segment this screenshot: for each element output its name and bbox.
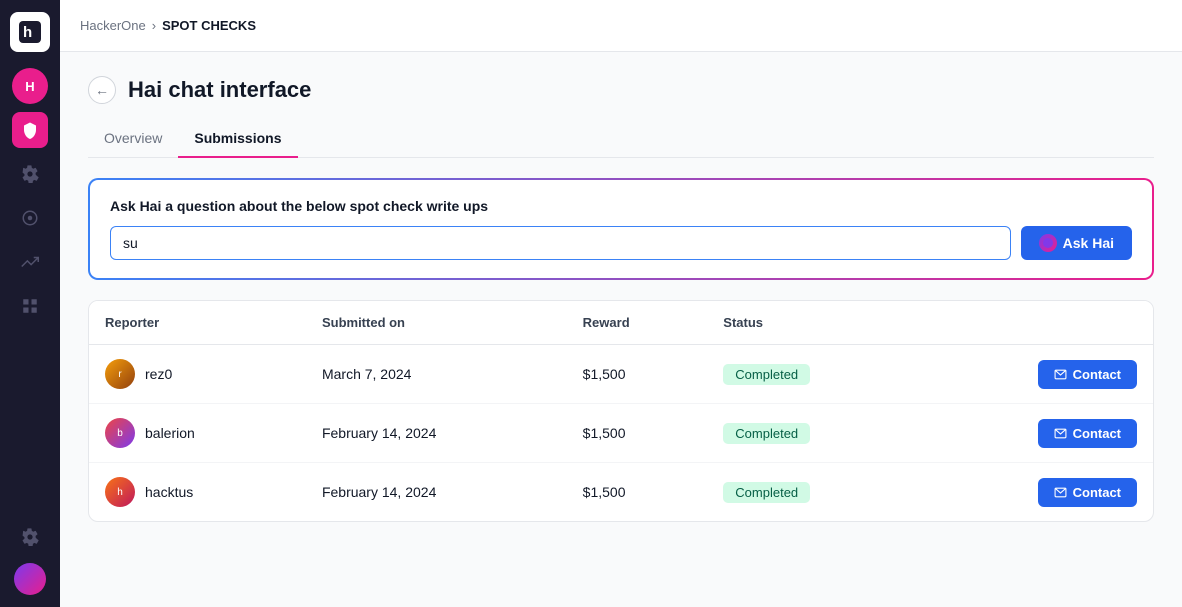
main-content: HackerOne › SPOT CHECKS ← Hai chat inter… (60, 0, 1182, 607)
sidebar-item-chart[interactable] (12, 244, 48, 280)
contact-button-3[interactable]: Contact (1038, 478, 1137, 507)
sidebar-user-initial[interactable]: H (12, 68, 48, 104)
page-header: ← Hai chat interface (88, 76, 1154, 104)
cell-reporter-2: b balerion (89, 404, 306, 463)
col-action (919, 301, 1153, 345)
breadcrumb: HackerOne › SPOT CHECKS (80, 18, 256, 33)
ask-hai-label: Ask Hai (1063, 235, 1114, 251)
cell-reward-2: $1,500 (567, 404, 708, 463)
cell-reward-1: $1,500 (567, 345, 708, 404)
submissions-table: Reporter Submitted on Reward Status r (89, 301, 1153, 521)
contact-button-1[interactable]: Contact (1038, 360, 1137, 389)
breadcrumb-separator: › (152, 18, 156, 33)
hai-input[interactable] (110, 226, 1011, 260)
mail-icon (1054, 368, 1067, 381)
breadcrumb-home[interactable]: HackerOne (80, 18, 146, 33)
avatar-rez0: r (105, 359, 135, 389)
cell-action-2: Contact (919, 404, 1153, 463)
table-row: h hacktus February 14, 2024 $1,500 Compl… (89, 463, 1153, 522)
cell-reporter-1: r rez0 (89, 345, 306, 404)
topbar: HackerOne › SPOT CHECKS (60, 0, 1182, 52)
back-button[interactable]: ← (88, 76, 116, 104)
reporter-name-3: hacktus (145, 484, 193, 500)
col-submitted-on: Submitted on (306, 301, 567, 345)
tab-submissions[interactable]: Submissions (178, 120, 297, 158)
contact-label-1: Contact (1073, 367, 1121, 382)
sidebar-item-analytics[interactable] (12, 200, 48, 236)
reporter-name-1: rez0 (145, 366, 172, 382)
avatar-hacktus: h (105, 477, 135, 507)
col-reward: Reward (567, 301, 708, 345)
hai-btn-icon (1039, 234, 1057, 252)
table-header: Reporter Submitted on Reward Status (89, 301, 1153, 345)
cell-date-1: March 7, 2024 (306, 345, 567, 404)
sidebar-settings[interactable] (12, 519, 48, 555)
cell-status-2: Completed (707, 404, 919, 463)
cell-action-3: Contact (919, 463, 1153, 522)
hai-label: Ask Hai a question about the below spot … (110, 198, 1132, 214)
table-row: r rez0 March 7, 2024 $1,500 Completed (89, 345, 1153, 404)
col-status: Status (707, 301, 919, 345)
contact-label-3: Contact (1073, 485, 1121, 500)
hai-question-box: Ask Hai a question about the below spot … (88, 178, 1154, 280)
sidebar-item-gear[interactable] (12, 156, 48, 192)
mail-icon-3 (1054, 486, 1067, 499)
contact-button-2[interactable]: Contact (1038, 419, 1137, 448)
mail-icon-2 (1054, 427, 1067, 440)
cell-date-2: February 14, 2024 (306, 404, 567, 463)
sidebar: h H (0, 0, 60, 607)
sidebar-bottom (12, 519, 48, 595)
cell-date-3: February 14, 2024 (306, 463, 567, 522)
page-title: Hai chat interface (128, 77, 311, 103)
sidebar-item-grid[interactable] (12, 288, 48, 324)
page-content: ← Hai chat interface Overview Submission… (60, 52, 1182, 607)
status-badge-1: Completed (723, 364, 810, 385)
cell-reporter-3: h hacktus (89, 463, 306, 522)
cell-status-3: Completed (707, 463, 919, 522)
breadcrumb-current: SPOT CHECKS (162, 18, 256, 33)
avatar-balerion: b (105, 418, 135, 448)
status-badge-2: Completed (723, 423, 810, 444)
table-body: r rez0 March 7, 2024 $1,500 Completed (89, 345, 1153, 522)
cell-reward-3: $1,500 (567, 463, 708, 522)
cell-action-1: Contact (919, 345, 1153, 404)
tab-overview[interactable]: Overview (88, 120, 178, 158)
ask-hai-button[interactable]: Ask Hai (1021, 226, 1132, 260)
reporter-name-2: balerion (145, 425, 195, 441)
table-row: b balerion February 14, 2024 $1,500 Comp… (89, 404, 1153, 463)
submissions-table-card: Reporter Submitted on Reward Status r (88, 300, 1154, 522)
status-badge-3: Completed (723, 482, 810, 503)
tabs-container: Overview Submissions (88, 120, 1154, 158)
current-user-avatar[interactable] (14, 563, 46, 595)
sidebar-item-shield[interactable] (12, 112, 48, 148)
sidebar-logo: h (10, 12, 50, 52)
hai-box-inner: Ask Hai a question about the below spot … (90, 180, 1152, 278)
contact-label-2: Contact (1073, 426, 1121, 441)
hai-input-row: Ask Hai (110, 226, 1132, 260)
cell-status-1: Completed (707, 345, 919, 404)
col-reporter: Reporter (89, 301, 306, 345)
svg-text:h: h (23, 24, 32, 41)
